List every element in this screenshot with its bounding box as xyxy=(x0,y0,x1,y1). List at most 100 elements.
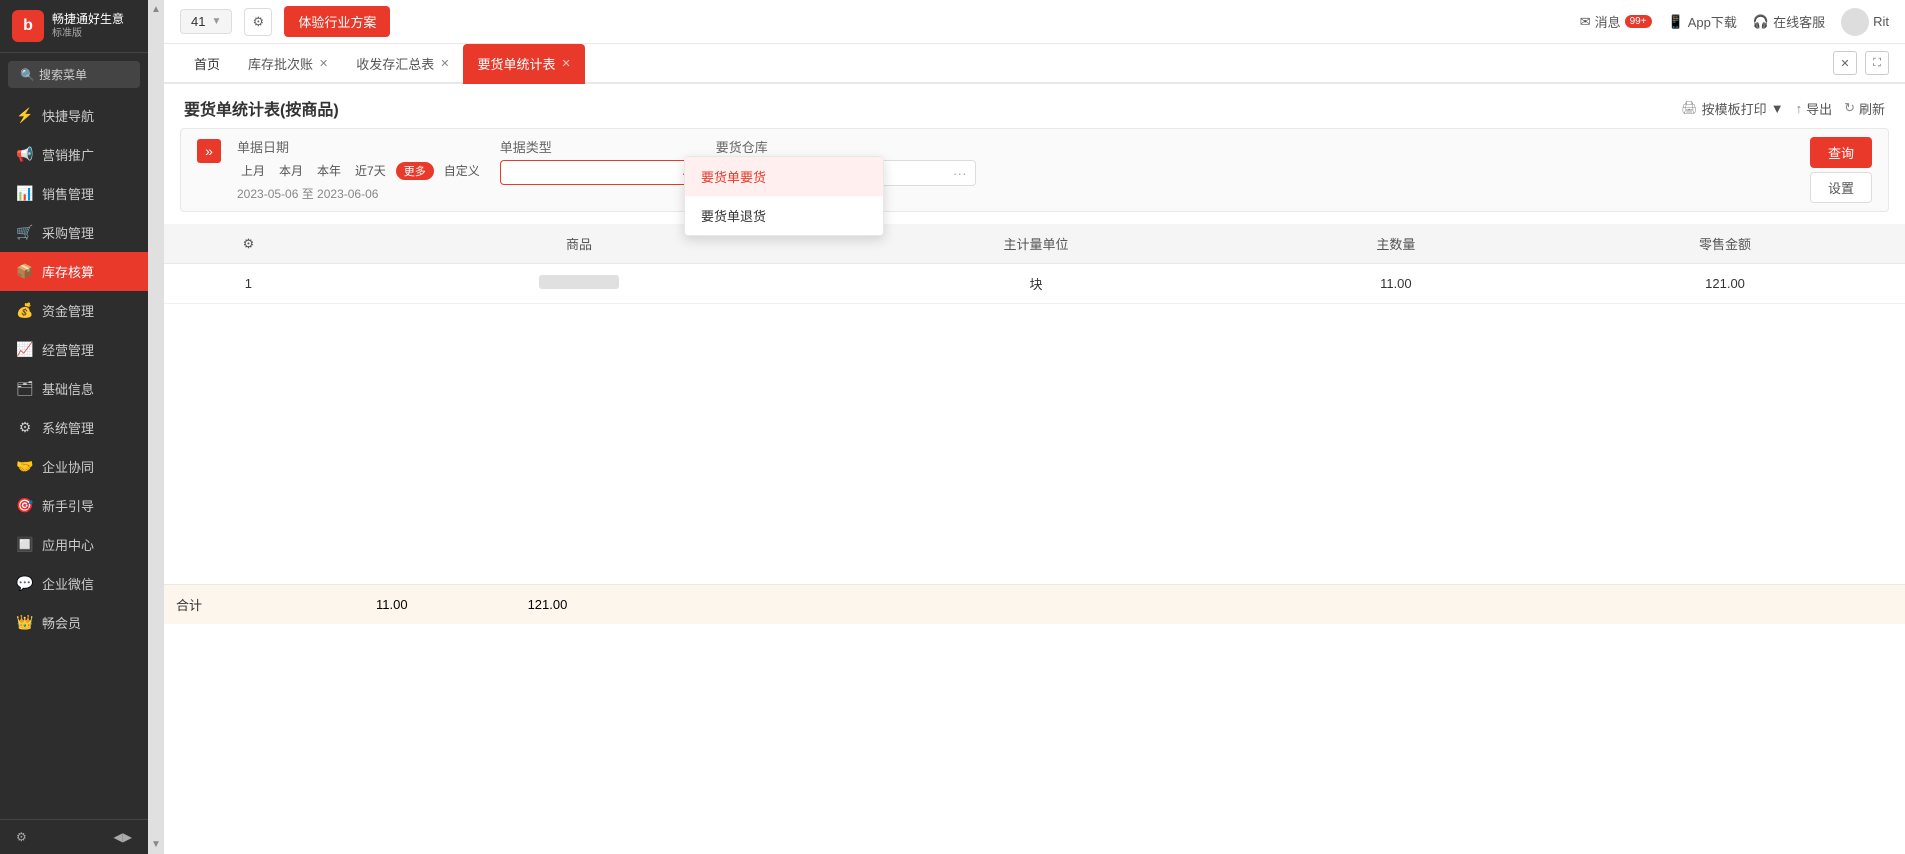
summary-label: 合计 xyxy=(176,598,202,613)
date-range-btns: 上月 本月 本年 近7天 更多 自定义 xyxy=(237,160,484,181)
sidebar-item-vip[interactable]: 👑 畅会员 xyxy=(0,603,148,642)
data-table: ⚙ 商品 主计量单位 主数量 零售金额 xyxy=(164,224,1905,304)
sidebar-nav: ⚡ 快捷导航 📢 营销推广 📊 销售管理 🛒 采购管理 📦 库存核算 💰 资金管… xyxy=(0,96,148,819)
enterprise-icon: 🤝 xyxy=(16,458,34,475)
scroll-down-btn[interactable]: ▼ xyxy=(147,835,165,854)
topbar-left: 41 ▼ ⚙ 体验行业方案 xyxy=(180,6,390,37)
filter-expand-btn[interactable]: » xyxy=(197,139,221,163)
table-row: 1 块 11.00 121.00 xyxy=(164,264,1905,304)
tab-close-recv-summary[interactable]: ✕ xyxy=(440,57,449,70)
tabbar: 首页 库存批次账 ✕ 收发存汇总表 ✕ 要货单统计表 ✕ ✕ ⛶ xyxy=(164,44,1905,84)
type-filter-group: 单据类型 ▲ xyxy=(500,137,700,185)
vip-icon: 👑 xyxy=(16,614,34,631)
table-body: 1 块 11.00 121.00 xyxy=(164,264,1905,304)
store-name: 41 xyxy=(191,14,205,29)
print-dropdown-arrow: ▼ xyxy=(1771,101,1784,116)
settings-icon[interactable]: ⚙ xyxy=(243,236,255,251)
sidebar-item-operations[interactable]: 📈 经营管理 xyxy=(0,330,148,369)
finance-icon: 💰 xyxy=(16,302,34,319)
tab-order-stats[interactable]: 要货单统计表 ✕ xyxy=(463,44,584,84)
sidebar-item-appstore[interactable]: 🔲 应用中心 xyxy=(0,525,148,564)
appstore-icon: 🔲 xyxy=(16,536,34,553)
date-filter-label: 单据日期 xyxy=(237,137,289,156)
date-btn-7days[interactable]: 近7天 xyxy=(351,160,390,181)
sidebar-item-guide[interactable]: 🎯 新手引导 xyxy=(0,486,148,525)
trial-button[interactable]: 体验行业方案 xyxy=(284,6,390,37)
type-select[interactable]: ▲ xyxy=(500,160,700,185)
warehouse-more-icon: ··· xyxy=(953,165,967,181)
app-download-btn[interactable]: 📱 App下载 xyxy=(1668,12,1737,31)
messages-btn[interactable]: ✉ 消息 99+ xyxy=(1580,12,1652,31)
product-placeholder xyxy=(539,275,619,289)
sidebar-search[interactable]: 🔍 搜索菜单 xyxy=(8,61,140,88)
sidebar-item-sales[interactable]: 📊 销售管理 xyxy=(0,174,148,213)
sales-icon: 📊 xyxy=(16,185,34,202)
message-icon: ✉ xyxy=(1580,14,1591,30)
logo-icon: b xyxy=(12,10,44,42)
sidebar-item-quick-nav[interactable]: ⚡ 快捷导航 xyxy=(0,96,148,135)
app-logo: b 畅捷通好生意 标准版 xyxy=(0,0,148,53)
summary-quantity: 11.00 xyxy=(376,597,408,612)
type-filter-label: 单据类型 xyxy=(500,137,552,156)
tab-inventory-batch[interactable]: 库存批次账 ✕ xyxy=(234,44,342,84)
print-template-btn[interactable]: 🖨 按模板打印 ▼ xyxy=(1681,99,1783,118)
export-icon: ↑ xyxy=(1796,101,1803,116)
marketing-icon: 📢 xyxy=(16,146,34,163)
query-button[interactable]: 查询 xyxy=(1810,137,1872,168)
col-settings: ⚙ xyxy=(164,224,333,264)
avatar xyxy=(1841,8,1869,36)
store-selector[interactable]: 41 ▼ xyxy=(180,9,232,34)
refresh-icon: ↻ xyxy=(1844,100,1855,116)
user-name: Rit xyxy=(1873,14,1889,29)
sidebar-item-enterprise[interactable]: 🤝 企业协同 xyxy=(0,447,148,486)
user-avatar-btn[interactable]: Rit xyxy=(1841,8,1889,36)
export-btn[interactable]: ↑ 导出 xyxy=(1796,99,1833,118)
tab-recv-summary[interactable]: 收发存汇总表 ✕ xyxy=(342,44,463,84)
sidebar-item-base[interactable]: 🗂 基础信息 xyxy=(0,369,148,408)
tab-end-buttons: ✕ ⛶ xyxy=(1833,51,1889,75)
type-dropdown: 要货单要货 要货单退货 xyxy=(684,156,884,236)
date-btn-more[interactable]: 更多 xyxy=(396,162,434,180)
sidebar-item-marketing[interactable]: 📢 营销推广 xyxy=(0,135,148,174)
tab-close-all-btn[interactable]: ✕ xyxy=(1833,51,1857,75)
sidebar-item-weixin[interactable]: 💬 企业微信 xyxy=(0,564,148,603)
data-table-container: ⚙ 商品 主计量单位 主数量 零售金额 xyxy=(164,224,1905,304)
date-filter-group: 单据日期 上月 本月 本年 近7天 更多 自定义 2023-05-06 至 20… xyxy=(237,137,484,202)
gear-button[interactable]: ⚙ xyxy=(244,8,272,36)
service-icon: 🎧 xyxy=(1753,14,1769,30)
dropdown-item-return[interactable]: 要货单退货 xyxy=(685,196,883,235)
tab-close-order-stats[interactable]: ✕ xyxy=(562,57,571,70)
tab-expand-btn[interactable]: ⛶ xyxy=(1865,51,1889,75)
refresh-btn[interactable]: ↻ 刷新 xyxy=(1844,99,1885,118)
date-btn-custom[interactable]: 自定义 xyxy=(440,160,484,181)
base-icon: 🗂 xyxy=(16,380,34,397)
sidebar-collapse-btn[interactable]: ◀▶ xyxy=(114,830,132,844)
page-header: 要货单统计表(按商品) 🖨 按模板打印 ▼ ↑ 导出 ↻ 刷新 xyxy=(164,84,1905,128)
row-retail-amount: 121.00 xyxy=(1545,264,1905,304)
dropdown-item-order[interactable]: 要货单要货 xyxy=(685,157,883,196)
col-retail-amount: 零售金额 xyxy=(1545,224,1905,264)
date-btn-prev-month[interactable]: 上月 xyxy=(237,160,269,181)
sidebar-item-inventory[interactable]: 📦 库存核算 xyxy=(0,252,148,291)
system-icon: ⚙ xyxy=(16,419,34,436)
sidebar-settings-btn[interactable]: ⚙ xyxy=(16,830,27,844)
date-btn-curr-month[interactable]: 本月 xyxy=(275,160,307,181)
topbar-right: ✉ 消息 99+ 📱 App下载 🎧 在线客服 Rit xyxy=(1580,8,1889,36)
col-quantity: 主数量 xyxy=(1247,224,1545,264)
tab-close-inventory-batch[interactable]: ✕ xyxy=(319,57,328,70)
main-area: 41 ▼ ⚙ 体验行业方案 ✉ 消息 99+ 📱 App下载 🎧 在线客服 R xyxy=(164,0,1905,854)
scroll-up-btn[interactable]: ▲ xyxy=(147,0,165,19)
page-actions: 🖨 按模板打印 ▼ ↑ 导出 ↻ 刷新 xyxy=(1681,99,1885,118)
sidebar-item-finance[interactable]: 💰 资金管理 xyxy=(0,291,148,330)
sidebar-item-system[interactable]: ⚙ 系统管理 xyxy=(0,408,148,447)
tab-home[interactable]: 首页 xyxy=(180,44,234,84)
topbar: 41 ▼ ⚙ 体验行业方案 ✉ 消息 99+ 📱 App下载 🎧 在线客服 R xyxy=(164,0,1905,44)
filter-bar: » 单据日期 上月 本月 本年 近7天 更多 自定义 2023-05-06 至 … xyxy=(180,128,1889,212)
app-name: 畅捷通好生意 xyxy=(52,12,124,28)
online-service-btn[interactable]: 🎧 在线客服 xyxy=(1753,12,1825,31)
row-unit: 块 xyxy=(825,264,1246,304)
date-btn-curr-year[interactable]: 本年 xyxy=(313,160,345,181)
sidebar-item-purchase[interactable]: 🛒 采购管理 xyxy=(0,213,148,252)
col-unit: 主计量单位 xyxy=(825,224,1246,264)
set-button[interactable]: 设置 xyxy=(1810,172,1872,203)
